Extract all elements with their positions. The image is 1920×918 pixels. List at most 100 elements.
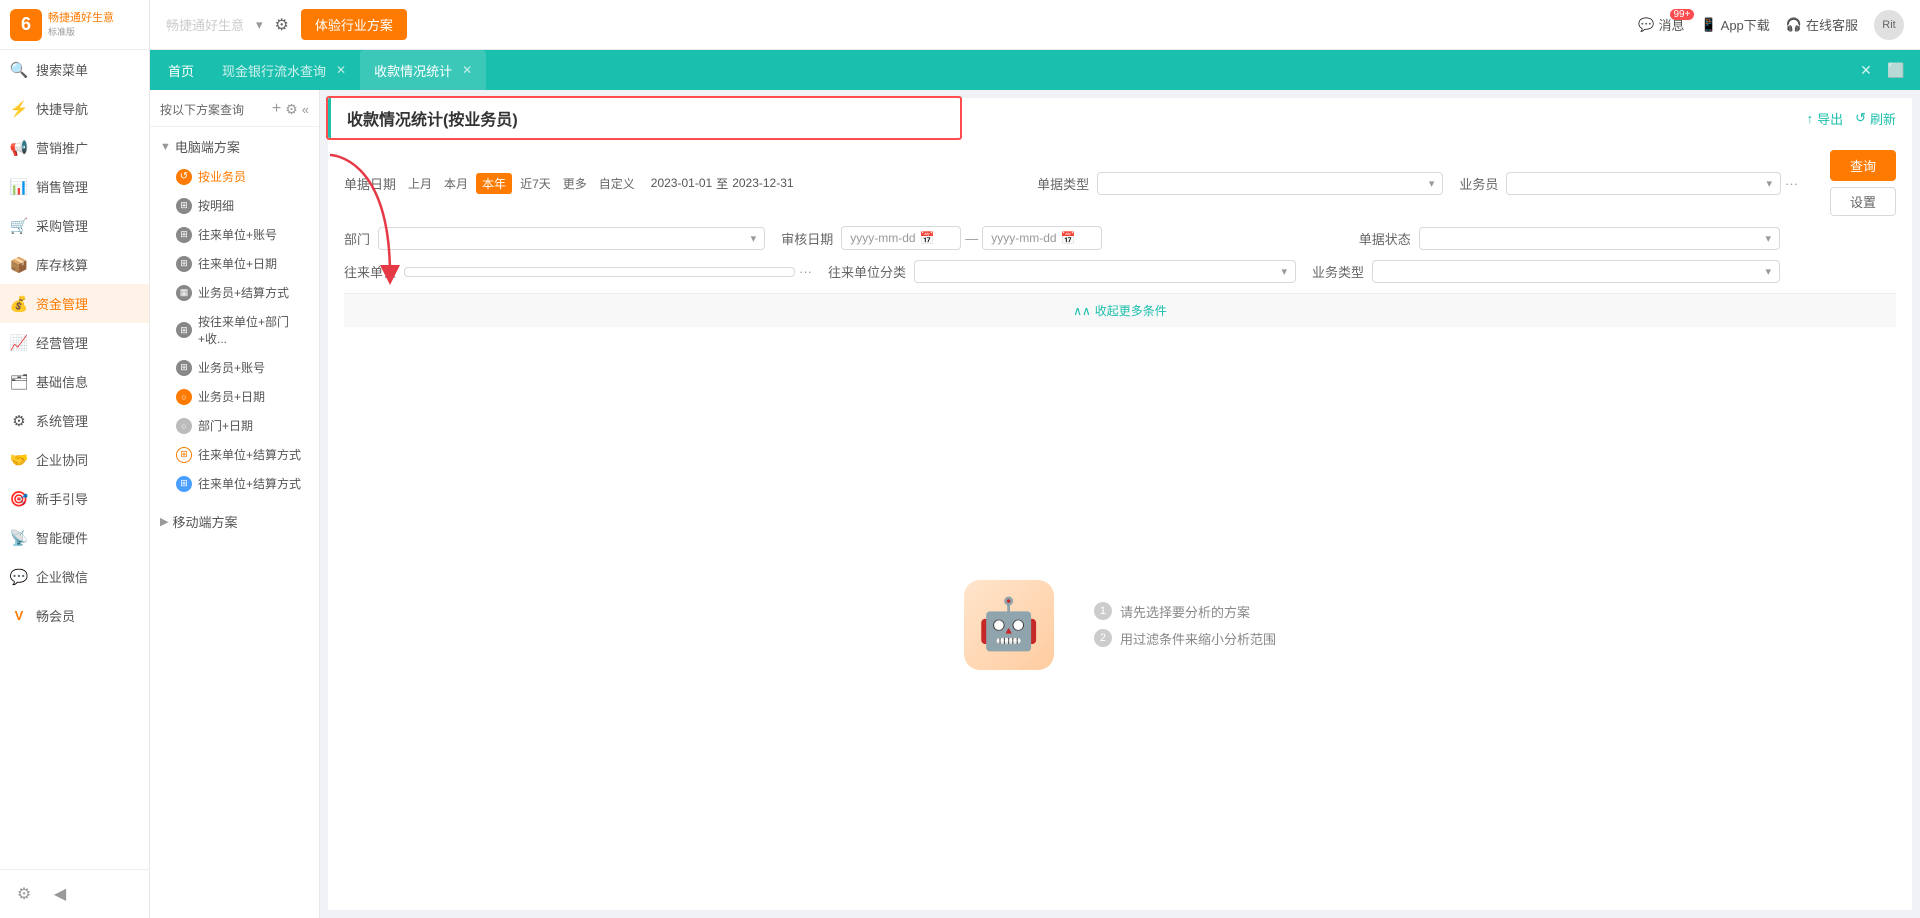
user-avatar[interactable]: Rit <box>1874 10 1904 40</box>
footer-settings-icon[interactable]: ⚙ <box>10 880 38 908</box>
date-control: 上月 本月 本年 近7天 更多 自定义 2023-01-01 至 2023-12… <box>404 173 1021 194</box>
business-type-select[interactable]: ▾ <box>1372 260 1780 283</box>
search-icon: 🔍 <box>10 61 28 79</box>
window-close-button[interactable]: ✕ <box>1854 58 1878 82</box>
audit-date-label: 审核日期 <box>781 229 833 248</box>
sidebar-item-label-inventory: 库存核算 <box>36 255 88 274</box>
scheme-item-unit-account[interactable]: ⊞ 往来单位+账号 <box>150 220 319 249</box>
date-tab-custom[interactable]: 自定义 <box>595 173 639 194</box>
scheme-item-dept-date[interactable]: ○ 部门+日期 <box>150 411 319 440</box>
messages-button[interactable]: 💬 消息 99+ <box>1638 15 1684 34</box>
sidebar-item-label-system: 系统管理 <box>36 411 88 430</box>
online-service-button[interactable]: 🎧 在线客服 <box>1786 15 1858 34</box>
scheme-item-unit-payment2[interactable]: ⊞ 往来单位+结算方式 <box>150 469 319 498</box>
messages-icon: 💬 <box>1638 17 1654 33</box>
desktop-group-header[interactable]: ▼ 电脑端方案 <box>150 131 319 162</box>
trial-button[interactable]: 体验行业方案 <box>301 9 407 40</box>
footer-collapse-icon[interactable]: ◀ <box>46 880 74 908</box>
mobile-group-label: 移动端方案 <box>172 512 237 531</box>
date-tab-last-month[interactable]: 上月 <box>404 173 436 194</box>
empty-state: 🤖 1 请先选择要分析的方案 2 用过滤条件来缩小分析范围 <box>328 339 1912 910</box>
topbar-dropdown-icon[interactable]: ▾ <box>256 17 263 33</box>
unit-more-icon[interactable]: ··· <box>799 264 812 279</box>
scheme-item-salesperson-account[interactable]: ⊞ 业务员+账号 <box>150 353 319 382</box>
unit-select[interactable] <box>404 267 795 277</box>
scheme-item-unit-payment1[interactable]: ⊞ 往来单位+结算方式 <box>150 440 319 469</box>
sidebar-item-purchase[interactable]: 🛒 采购管理 <box>0 206 149 245</box>
audit-date-separator: — <box>965 231 978 246</box>
sidebar-item-quick-nav[interactable]: ⚡ 快捷导航 <box>0 89 149 128</box>
mobile-group-header[interactable]: ▶ 移动端方案 <box>150 506 319 537</box>
collapse-bar[interactable]: ∧∧ 收起更多条件 <box>344 293 1896 327</box>
date-tab-more[interactable]: 更多 <box>559 173 591 194</box>
topbar-gear-icon[interactable]: ⚙ <box>275 15 289 35</box>
salesperson-select[interactable]: ▾ <box>1506 172 1781 195</box>
query-button[interactable]: 查询 <box>1830 150 1896 181</box>
sidebar-item-member[interactable]: V 畅会员 <box>0 596 149 635</box>
left-panel-collapse-icon[interactable]: « <box>302 102 309 117</box>
sidebar-item-system[interactable]: ⚙ 系统管理 <box>0 401 149 440</box>
window-maximize-button[interactable]: ⬜ <box>1884 58 1908 82</box>
salesperson-more-icon[interactable]: ··· <box>1785 176 1798 191</box>
sidebar-item-basic[interactable]: 🗂 基础信息 <box>0 362 149 401</box>
scheme-item-by-detail[interactable]: ⊞ 按明细 <box>150 191 319 220</box>
tab-bank-flow-close[interactable]: ✕ <box>336 63 346 77</box>
mobile-scheme-group: ▶ 移动端方案 <box>150 502 319 541</box>
dept-label: 部门 <box>344 229 370 248</box>
sidebar-item-search[interactable]: 🔍 搜索菜单 <box>0 50 149 89</box>
sidebar-item-label-quick-nav: 快捷导航 <box>36 99 88 118</box>
app-download-button[interactable]: 📱 App下载 <box>1700 15 1769 34</box>
phone-icon: 📱 <box>1700 17 1716 33</box>
scheme-item-salesperson-date[interactable]: ○ 业务员+日期 <box>150 382 319 411</box>
dept-select[interactable]: ▾ <box>378 227 765 250</box>
date-label: 单据日期 <box>344 174 396 193</box>
audit-date-start-value: yyyy-mm-dd <box>850 231 915 245</box>
filter-doc-type-item: 单据类型 ▾ <box>1037 172 1443 195</box>
refresh-label: 刷新 <box>1870 109 1896 128</box>
doc-type-label: 单据类型 <box>1037 174 1089 193</box>
business-type-label: 业务类型 <box>1312 262 1364 281</box>
sidebar-item-operations[interactable]: 📈 经营管理 <box>0 323 149 362</box>
left-panel-add-icon[interactable]: + <box>272 100 281 118</box>
tab-bank-flow-label: 现金银行流水查询 <box>222 61 326 80</box>
user-name-text: Rit <box>1882 19 1895 31</box>
tab-home[interactable]: 首页 <box>154 50 208 90</box>
sidebar-item-wechat[interactable]: 💬 企业微信 <box>0 557 149 596</box>
scheme-item-salesperson-payment[interactable]: ▦ 业务员+结算方式 <box>150 278 319 307</box>
sidebar-item-inventory[interactable]: 📦 库存核算 <box>0 245 149 284</box>
tab-collection-close[interactable]: ✕ <box>462 63 472 77</box>
audit-date-end-value: yyyy-mm-dd <box>991 231 1056 245</box>
sidebar-item-guide[interactable]: 🎯 新手引导 <box>0 479 149 518</box>
date-tab-this-month[interactable]: 本月 <box>440 173 472 194</box>
desktop-scheme-group: ▼ 电脑端方案 ↺ 按业务员 ⊞ 按明细 ⊞ 往来单位+账号 ⊞ 往 <box>150 127 319 502</box>
export-button[interactable]: ↑ 导出 <box>1807 109 1844 128</box>
sidebar-item-finance[interactable]: 💰 资金管理 <box>0 284 149 323</box>
date-tab-last-7[interactable]: 近7天 <box>516 173 555 194</box>
tab-bank-flow[interactable]: 现金银行流水查询 ✕ <box>208 50 360 90</box>
scheme-item-unit-date[interactable]: ⊞ 往来单位+日期 <box>150 249 319 278</box>
filter-settings-button[interactable]: 设置 <box>1830 187 1896 216</box>
sidebar-item-hardware[interactable]: 📡 智能硬件 <box>0 518 149 557</box>
date-tab-this-year[interactable]: 本年 <box>476 173 512 194</box>
audit-date-start-input[interactable]: yyyy-mm-dd 📅 <box>841 226 961 250</box>
operations-icon: 📈 <box>10 334 28 352</box>
sidebar-item-sales[interactable]: 📊 销售管理 <box>0 167 149 206</box>
scheme-item-unit-dept-collect[interactable]: ⊞ 按往来单位+部门+收... <box>150 307 319 353</box>
scheme-item-by-salesperson[interactable]: ↺ 按业务员 <box>150 162 319 191</box>
scheme-label-unit-date: 往来单位+日期 <box>198 255 277 272</box>
tab-collection[interactable]: 收款情况统计 ✕ <box>360 50 486 90</box>
page-title: 收款情况统计(按业务员) <box>347 106 518 130</box>
doc-status-select[interactable]: ▾ <box>1419 227 1780 250</box>
doc-type-select[interactable]: ▾ <box>1097 172 1443 195</box>
system-icon: ⚙ <box>10 412 28 430</box>
sidebar-item-marketing[interactable]: 📢 营销推广 <box>0 128 149 167</box>
sidebar-item-company[interactable]: 🤝 企业协同 <box>0 440 149 479</box>
refresh-button[interactable]: ↺ 刷新 <box>1855 109 1896 128</box>
filter-date-item: 单据日期 上月 本月 本年 近7天 更多 自定义 2023- <box>344 173 1021 194</box>
left-panel-settings-icon[interactable]: ⚙ <box>285 101 298 118</box>
empty-tip-1: 1 请先选择要分析的方案 <box>1094 602 1276 621</box>
date-end-value: 2023-12-31 <box>732 176 793 190</box>
unit-category-select[interactable]: ▾ <box>914 260 1296 283</box>
scheme-label-unit-payment1: 往来单位+结算方式 <box>198 446 301 463</box>
audit-date-end-input[interactable]: yyyy-mm-dd 📅 <box>982 226 1102 250</box>
